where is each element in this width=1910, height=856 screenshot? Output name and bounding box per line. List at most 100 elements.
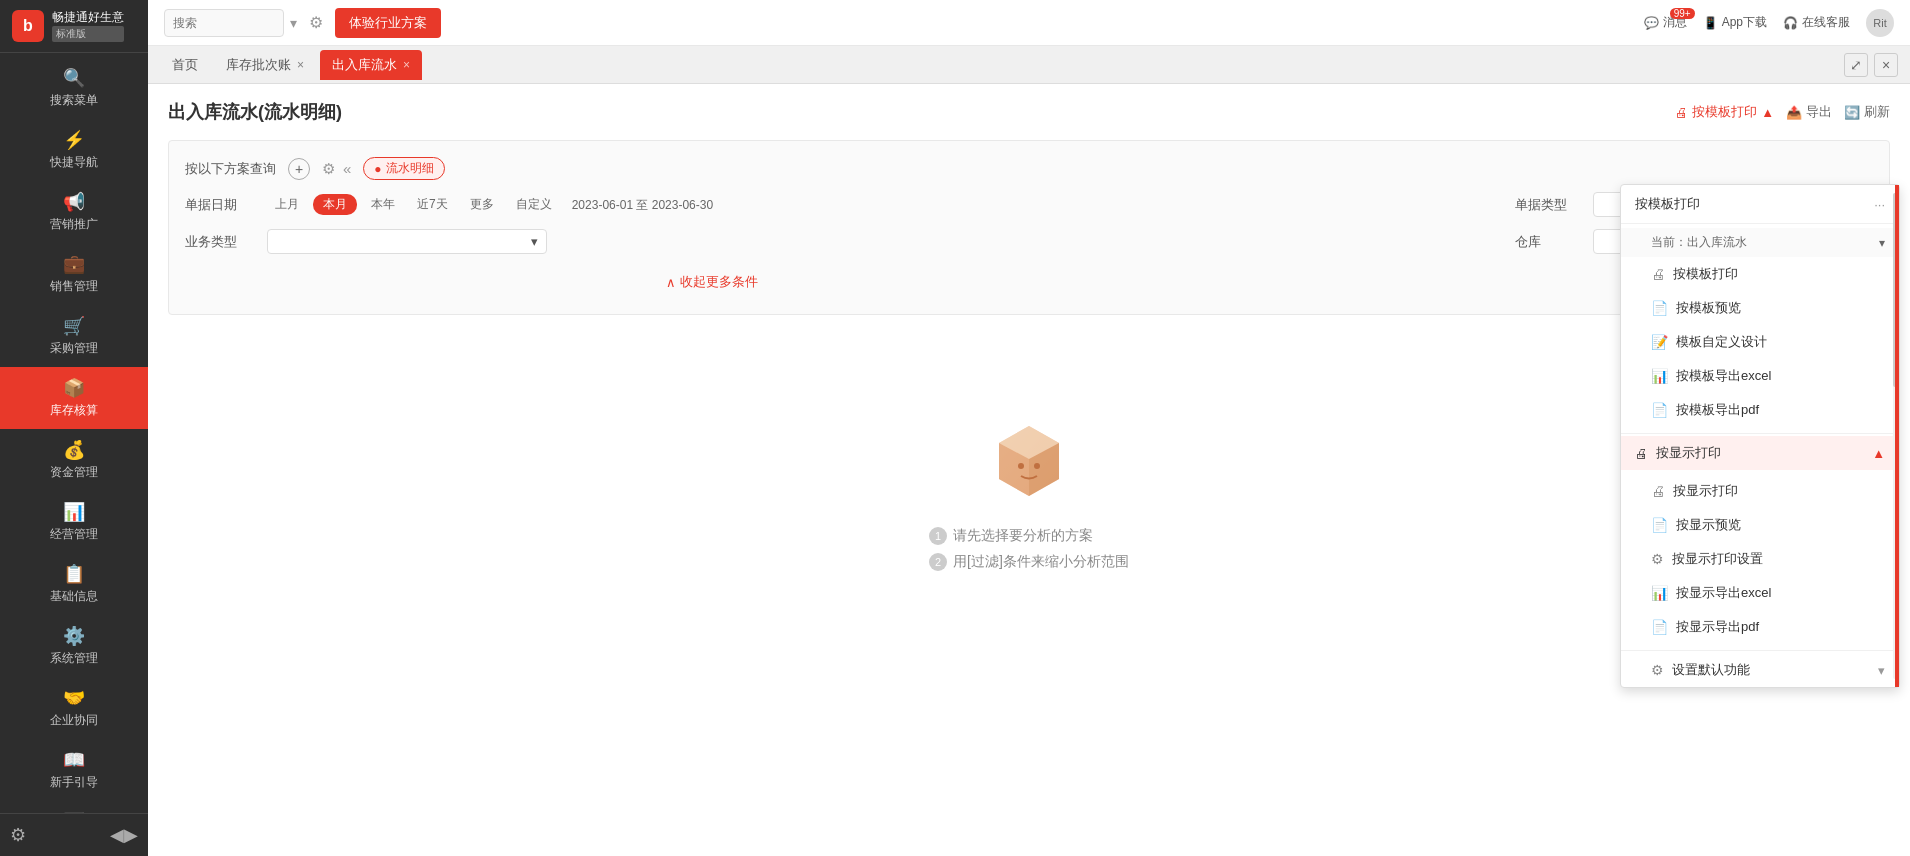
display-export-excel-icon: 📊 (1651, 585, 1668, 601)
dropdown-item-template-export-pdf[interactable]: 📄 按模板导出pdf (1621, 393, 1899, 427)
display-preview-icon: 📄 (1651, 517, 1668, 533)
online-support-btn[interactable]: 🎧 在线客服 (1783, 14, 1850, 31)
topbar-search-area: ▾ (164, 9, 297, 37)
sidebar-item-label: 采购管理 (50, 340, 98, 357)
tab-home[interactable]: 首页 (160, 50, 210, 80)
date-shortcut-this-month[interactable]: 本月 (313, 194, 357, 215)
beginner-icon: 📖 (63, 749, 85, 771)
industry-btn[interactable]: 体验行业方案 (335, 8, 441, 38)
purchase-icon: 🛒 (63, 315, 85, 337)
dropdown-item-template-print[interactable]: 🖨 按模板打印 (1621, 257, 1899, 291)
date-shortcut-last-7days[interactable]: 近7天 (409, 194, 456, 215)
print-dropdown-arrow: ▲ (1761, 105, 1774, 120)
dropdown-item-display-print-settings[interactable]: ⚙ 按显示打印设置 (1621, 542, 1899, 576)
default-function-icon: ⚙ (1651, 662, 1664, 678)
date-shortcut-custom[interactable]: 自定义 (508, 194, 560, 215)
sidebar-item-purchase[interactable]: 🛒 采购管理 (0, 305, 148, 367)
tabs-right-controls: ⤢ × (1844, 53, 1898, 77)
dropdown-item-template-preview[interactable]: 📄 按模板预览 (1621, 291, 1899, 325)
tip-text-2: 用[过滤]条件来缩小分析范围 (953, 553, 1129, 571)
sidebar-item-finance[interactable]: 💰 资金管理 (0, 429, 148, 491)
sidebar-nav: 🔍 搜索菜单 ⚡ 快捷导航 📢 营销推广 💼 销售管理 🛒 采购管理 📦 库存核… (0, 53, 148, 813)
dropdown-item-display-preview[interactable]: 📄 按显示预览 (1621, 508, 1899, 542)
sidebar-item-app-center[interactable]: 🔲 应用中心 (0, 801, 148, 813)
tip-num-1: 1 (929, 527, 947, 545)
app-download-btn[interactable]: 📱 App下载 (1703, 14, 1767, 31)
collapse-sidebar-icon[interactable]: ◀▶ (110, 824, 138, 846)
user-avatar[interactable]: Rit (1866, 9, 1894, 37)
print-dropdown: 按模板打印 ··· 当前：出入库流水 ▾ 🖨 按模板打印 📄 按模板预览 (1620, 184, 1900, 688)
tab-batch-account[interactable]: 库存批次账 × (214, 50, 316, 80)
tab-inout-flow-close[interactable]: × (403, 58, 410, 72)
date-shortcuts: 上月 本月 本年 近7天 更多 自定义 (267, 194, 560, 215)
dropdown-item-display-export-pdf[interactable]: 📄 按显示导出pdf (1621, 610, 1899, 644)
print-template-btn[interactable]: 🖨 按模板打印 ▲ (1675, 103, 1774, 121)
filter-add-btn[interactable]: + (288, 158, 310, 180)
sidebar-item-inventory[interactable]: 📦 库存核算 (0, 367, 148, 429)
search-input[interactable] (164, 9, 284, 37)
collapse-btn[interactable]: ∧ 收起更多条件 (666, 273, 758, 291)
dropdown-item-display-print[interactable]: 🖨 按显示打印 (1621, 474, 1899, 508)
date-shortcut-last-month[interactable]: 上月 (267, 194, 307, 215)
filter-settings-icon[interactable]: ⚙ (322, 160, 335, 178)
sidebar: b 畅捷通好生意 标准版 🔍 搜索菜单 ⚡ 快捷导航 📢 营销推广 💼 销售管理… (0, 0, 148, 856)
topbar-gear-icon[interactable]: ⚙ (309, 13, 323, 32)
marketing-icon: 📢 (63, 191, 85, 213)
sidebar-item-beginner[interactable]: 📖 新手引导 (0, 739, 148, 801)
tab-inout-flow-label: 出入库流水 (332, 56, 397, 74)
settings-icon[interactable]: ⚙ (10, 824, 26, 846)
sidebar-item-enterprise-coop[interactable]: 🤝 企业协同 (0, 677, 148, 739)
message-btn[interactable]: 💬 消息 99+ (1644, 14, 1687, 31)
export-btn[interactable]: 📤 导出 (1786, 103, 1832, 121)
topbar-dropdown-arrow[interactable]: ▾ (290, 15, 297, 31)
current-dropdown-arrow[interactable]: ▾ (1879, 236, 1885, 250)
ops-icon: 📊 (63, 501, 85, 523)
sidebar-item-label: 搜索菜单 (50, 92, 98, 109)
sidebar-item-search-menu[interactable]: 🔍 搜索菜单 (0, 57, 148, 119)
quick-nav-icon: ⚡ (63, 129, 85, 151)
svg-point-5 (1034, 463, 1040, 469)
printer-icon: 🖨 (1675, 105, 1688, 120)
svg-point-4 (1018, 463, 1024, 469)
message-badge: 99+ (1670, 8, 1695, 19)
dropdown-item-template-custom[interactable]: 📝 模板自定义设计 (1621, 325, 1899, 359)
sidebar-item-quick-nav[interactable]: ⚡ 快捷导航 (0, 119, 148, 181)
dropdown-more-icon[interactable]: ··· (1874, 197, 1885, 212)
sidebar-item-label: 企业协同 (50, 712, 98, 729)
maximize-tab-btn[interactable]: ⤢ (1844, 53, 1868, 77)
display-section-header[interactable]: 🖨 按显示打印 ▲ (1621, 436, 1899, 470)
dropdown-item-default-function[interactable]: ⚙ 设置默认功能 ▾ (1621, 653, 1899, 687)
filter-tag-active[interactable]: ● 流水明细 (363, 157, 444, 180)
filter-collapse-icon[interactable]: « (343, 160, 351, 177)
export-label: 导出 (1806, 103, 1832, 121)
date-shortcut-more[interactable]: 更多 (462, 194, 502, 215)
date-range: 2023-06-01 至 2023-06-30 (572, 197, 713, 214)
dropdown-item-display-export-excel[interactable]: 📊 按显示导出excel (1621, 576, 1899, 610)
business-type-select[interactable]: ▾ (267, 229, 547, 254)
resize-handle[interactable] (1895, 185, 1899, 687)
current-label: 当前：出入库流水 (1651, 234, 1747, 251)
dropdown-item-template-export-excel[interactable]: 📊 按模板导出excel (1621, 359, 1899, 393)
tab-batch-account-close[interactable]: × (297, 58, 304, 72)
basic-info-icon: 📋 (63, 563, 85, 585)
template-custom-icon: 📝 (1651, 334, 1668, 350)
refresh-btn[interactable]: 🔄 刷新 (1844, 103, 1890, 121)
search-menu-icon: 🔍 (63, 67, 85, 89)
sidebar-item-label: 资金管理 (50, 464, 98, 481)
sidebar-item-marketing[interactable]: 📢 营销推广 (0, 181, 148, 243)
sidebar-item-label: 基础信息 (50, 588, 98, 605)
app-logo: b 畅捷通好生意 标准版 (0, 0, 148, 53)
template-export-excel-label: 按模板导出excel (1676, 367, 1771, 385)
empty-state-illustration (979, 411, 1079, 511)
date-shortcut-this-year[interactable]: 本年 (363, 194, 403, 215)
sidebar-item-sales[interactable]: 💼 销售管理 (0, 243, 148, 305)
dropdown-header-icons: ··· (1874, 197, 1885, 212)
app-name: 畅捷通好生意 (52, 10, 124, 26)
sidebar-item-basic-info[interactable]: 📋 基础信息 (0, 553, 148, 615)
sidebar-item-sys[interactable]: ⚙️ 系统管理 (0, 615, 148, 677)
tab-inout-flow[interactable]: 出入库流水 × (320, 50, 422, 80)
message-icon: 💬 (1644, 16, 1659, 30)
inventory-icon: 📦 (63, 377, 85, 399)
close-tab-btn[interactable]: × (1874, 53, 1898, 77)
sidebar-item-ops[interactable]: 📊 经营管理 (0, 491, 148, 553)
